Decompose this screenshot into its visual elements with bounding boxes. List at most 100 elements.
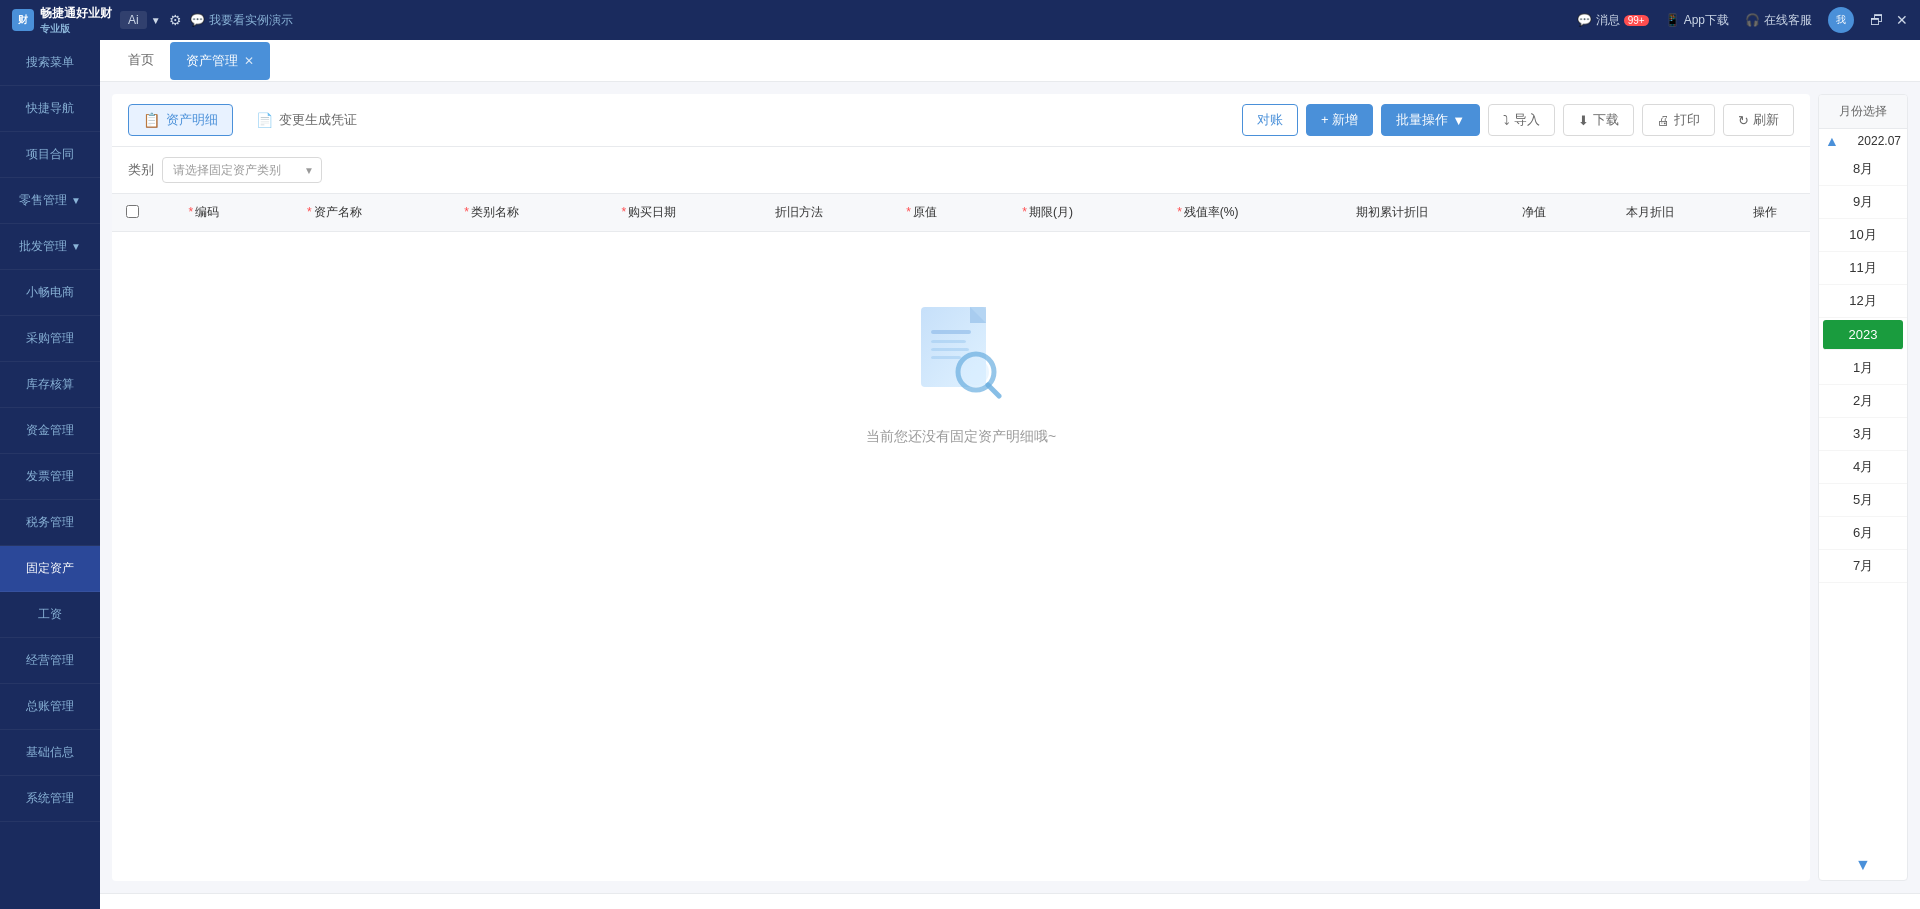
sidebar-search-label: 搜索菜单 — [8, 54, 92, 71]
col-code: *编码 — [152, 194, 256, 232]
col-accumulated-depreciation: 期初累计折旧 — [1294, 194, 1490, 232]
reconcile-button[interactable]: 对账 — [1242, 104, 1298, 136]
month-list: 8月 9月 10月 11月 12月 2023 1月 2月 3月 4月 5月 6月… — [1819, 153, 1907, 850]
month-item-5[interactable]: 5月 — [1819, 484, 1907, 517]
tab-asset-management[interactable]: 资产管理 ✕ — [170, 42, 270, 80]
sidebar-inventory-label: 库存核算 — [8, 376, 92, 393]
category-filter-wrapper: 请选择固定资产类别 — [162, 157, 322, 183]
col-period: *期限(月) — [974, 194, 1122, 232]
sidebar-item-purchase[interactable]: 采购管理 — [0, 316, 100, 362]
main-panel: 📋 资产明细 📄 变更生成凭证 对账 + 新增 — [112, 94, 1810, 881]
sidebar-item-basic-info[interactable]: 基础信息 — [0, 730, 100, 776]
tab-close-icon[interactable]: ✕ — [244, 54, 254, 68]
filter-left: 类别 请选择固定资产类别 — [128, 157, 322, 183]
company-selector[interactable]: Ai ▼ — [120, 11, 161, 29]
online-service-button[interactable]: 🎧 在线客服 — [1745, 12, 1812, 29]
import-button[interactable]: ⤵ 导入 — [1488, 104, 1555, 136]
svg-point-8 — [963, 359, 989, 385]
sub-tab-change-voucher[interactable]: 📄 变更生成凭证 — [241, 104, 372, 136]
close-button[interactable]: ✕ — [1896, 12, 1908, 28]
retail-arrow-icon: ▼ — [71, 195, 81, 206]
sidebar-purchase-label: 采购管理 — [8, 330, 92, 347]
print-button[interactable]: 🖨 打印 — [1642, 104, 1715, 136]
month-item-7[interactable]: 7月 — [1819, 550, 1907, 583]
sidebar-item-project[interactable]: 项目合同 — [0, 132, 100, 178]
wholesale-arrow-icon: ▼ — [71, 241, 81, 252]
sidebar-item-wholesale[interactable]: 批发管理 ▼ — [0, 224, 100, 270]
asset-table: *编码 *资产名称 *类别名称 *购买日期 折旧方法 *原值 *期限(月) *残… — [112, 194, 1810, 232]
sidebar-item-fixed-assets[interactable]: 固定资产 — [0, 546, 100, 592]
batch-button[interactable]: 批量操作 ▼ — [1381, 104, 1480, 136]
sidebar-item-quicknav[interactable]: 快捷导航 — [0, 86, 100, 132]
download-button[interactable]: ⬇ 下载 — [1563, 104, 1634, 136]
sidebar-item-ledger[interactable]: 总账管理 — [0, 684, 100, 730]
company-name: Ai — [120, 11, 147, 29]
sidebar-invoice-label: 发票管理 — [8, 468, 92, 485]
bottom-scrollbar[interactable] — [100, 893, 1920, 909]
month-item-9[interactable]: 9月 — [1819, 186, 1907, 219]
sidebar-tax-label: 税务管理 — [8, 514, 92, 531]
sub-tab-asset-detail[interactable]: 📋 资产明细 — [128, 104, 233, 136]
sidebar-item-inventory[interactable]: 库存核算 — [0, 362, 100, 408]
month-item-6[interactable]: 6月 — [1819, 517, 1907, 550]
table-header-row: *编码 *资产名称 *类别名称 *购买日期 折旧方法 *原值 *期限(月) *残… — [112, 194, 1810, 232]
batch-arrow-icon: ▼ — [1452, 113, 1465, 128]
refresh-button[interactable]: ↻ 刷新 — [1723, 104, 1794, 136]
refresh-label: 刷新 — [1753, 111, 1779, 129]
month-item-11[interactable]: 11月 — [1819, 252, 1907, 285]
restore-button[interactable]: 🗗 — [1870, 12, 1884, 28]
app-download-button[interactable]: 📱 App下载 — [1665, 12, 1729, 29]
settings-icon[interactable]: ⚙ — [169, 12, 182, 28]
svg-rect-5 — [931, 348, 969, 351]
month-item-8[interactable]: 8月 — [1819, 153, 1907, 186]
filter-label: 类别 — [128, 161, 154, 179]
sidebar-item-search[interactable]: 搜索菜单 — [0, 40, 100, 86]
sub-tabs: 📋 资产明细 📄 变更生成凭证 对账 + 新增 — [112, 94, 1810, 147]
select-all-header — [112, 194, 152, 232]
sidebar-item-tax[interactable]: 税务管理 — [0, 500, 100, 546]
print-label: 打印 — [1674, 111, 1700, 129]
sidebar-fixed-assets-label: 固定资产 — [8, 560, 92, 577]
sidebar-ecommerce-label: 小畅电商 — [8, 284, 92, 301]
top-bar-right: 💬 消息 99+ 📱 App下载 🎧 在线客服 我 🗗 ✕ — [1577, 7, 1908, 33]
month-item-1[interactable]: 1月 — [1819, 352, 1907, 385]
brand-name: 畅捷通好业财 — [40, 5, 112, 22]
sidebar-item-salary[interactable]: 工资 — [0, 592, 100, 638]
col-category: *类别名称 — [413, 194, 570, 232]
sidebar-retail-label: 零售管理 — [19, 192, 67, 209]
sidebar-item-system[interactable]: 系统管理 — [0, 776, 100, 822]
tab-home[interactable]: 首页 — [112, 41, 170, 81]
batch-label: 批量操作 — [1396, 111, 1448, 129]
sidebar-item-finance[interactable]: 资金管理 — [0, 408, 100, 454]
svg-rect-3 — [931, 330, 971, 334]
month-item-10[interactable]: 10月 — [1819, 219, 1907, 252]
online-service-label: 在线客服 — [1764, 12, 1812, 29]
add-button[interactable]: + 新增 — [1306, 104, 1373, 136]
user-avatar[interactable]: 我 — [1828, 7, 1854, 33]
month-item-4[interactable]: 4月 — [1819, 451, 1907, 484]
download-icon: ⬇ — [1578, 113, 1589, 128]
sidebar-item-ecommerce[interactable]: 小畅电商 — [0, 270, 100, 316]
svg-rect-4 — [931, 340, 966, 343]
category-filter[interactable]: 请选择固定资产类别 — [162, 157, 322, 183]
month-item-2[interactable]: 2月 — [1819, 385, 1907, 418]
empty-illustration — [901, 292, 1021, 412]
sidebar-quicknav-label: 快捷导航 — [8, 100, 92, 117]
select-all-checkbox[interactable] — [126, 205, 139, 218]
month-picker-nav: ▲ 2022.07 — [1819, 129, 1907, 153]
sidebar-project-label: 项目合同 — [8, 146, 92, 163]
svg-line-9 — [988, 385, 999, 396]
top-bar-left: 财 畅捷通好业财 专业版 Ai ▼ ⚙ 💬 我要看实例演示 — [12, 5, 293, 36]
month-item-3[interactable]: 3月 — [1819, 418, 1907, 451]
messages-button[interactable]: 💬 消息 99+ — [1577, 12, 1649, 29]
sidebar-basic-info-label: 基础信息 — [8, 744, 92, 761]
import-label: 导入 — [1514, 111, 1540, 129]
month-item-12[interactable]: 12月 — [1819, 285, 1907, 318]
sidebar-item-retail[interactable]: 零售管理 ▼ — [0, 178, 100, 224]
month-next-button[interactable]: ▼ — [1853, 854, 1873, 876]
sidebar-item-operations[interactable]: 经营管理 — [0, 638, 100, 684]
month-prev-button[interactable]: ▲ — [1825, 133, 1839, 149]
demo-link[interactable]: 💬 我要看实例演示 — [190, 12, 293, 29]
sidebar-item-invoice[interactable]: 发票管理 — [0, 454, 100, 500]
top-bar: 财 畅捷通好业财 专业版 Ai ▼ ⚙ 💬 我要看实例演示 💬 消息 99+ 📱… — [0, 0, 1920, 40]
